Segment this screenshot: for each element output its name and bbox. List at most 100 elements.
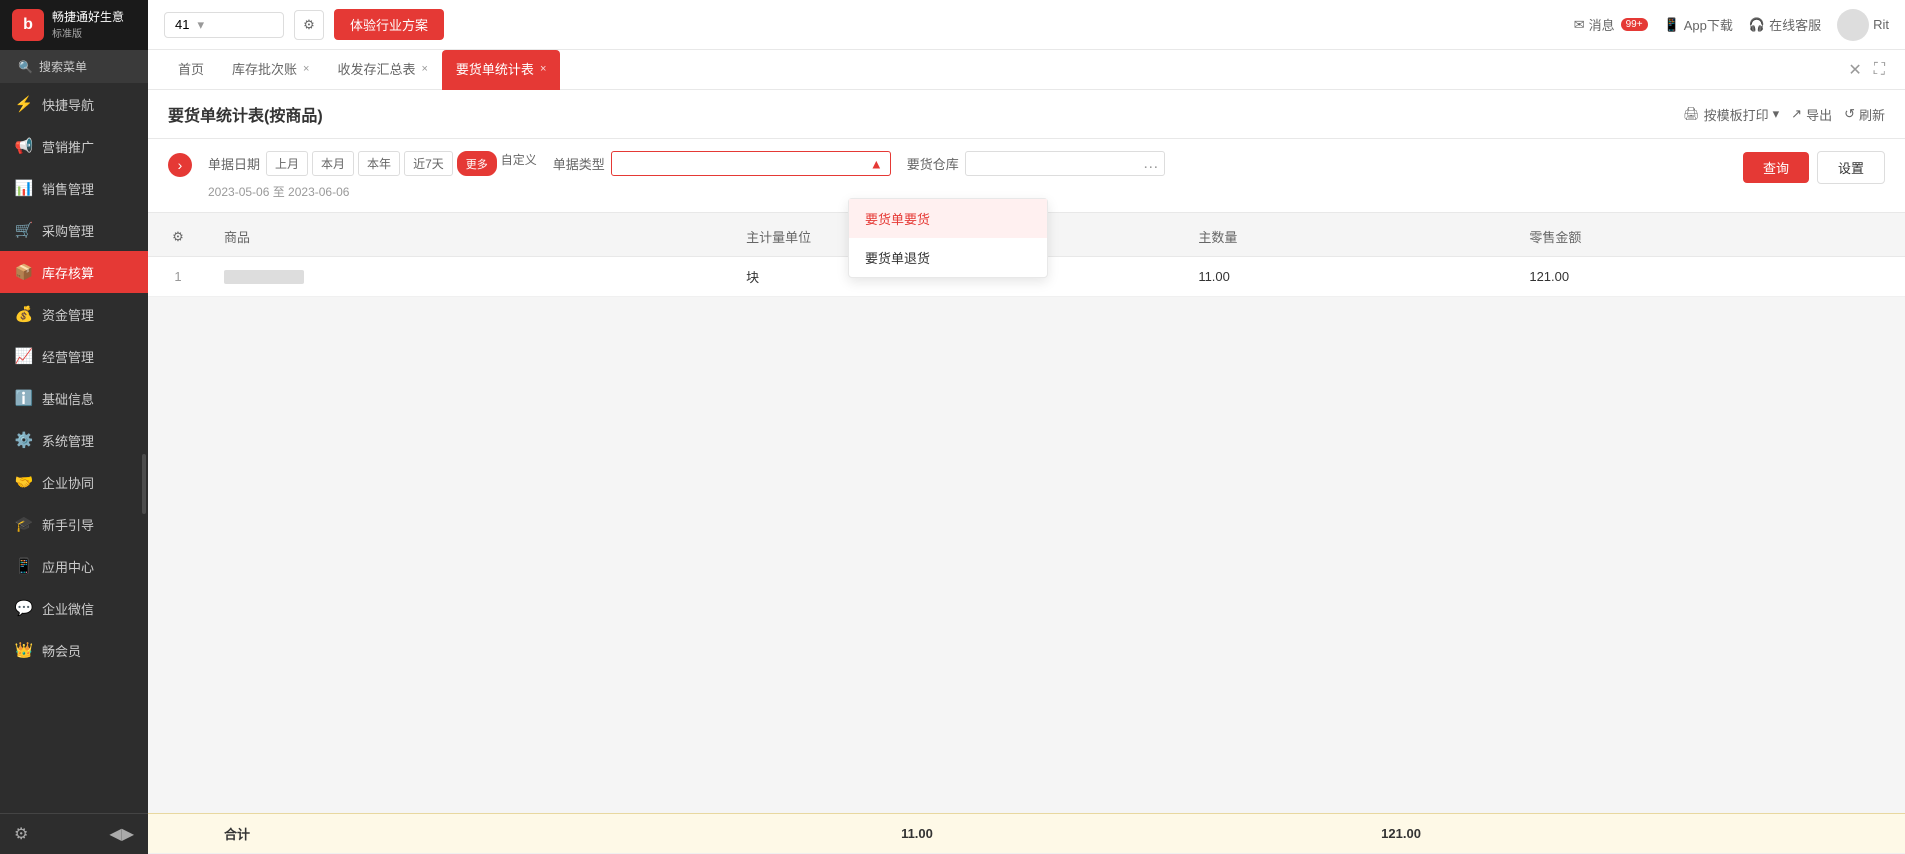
type-dropdown-menu: 要货单要货 要货单退货	[848, 198, 1048, 278]
filter-last-month-btn[interactable]: 上月	[266, 151, 308, 176]
settings-icon[interactable]: ⚙	[14, 824, 28, 844]
tabs-bar: 首页 库存批次账 × 收发存汇总表 × 要货单统计表 × ✕ ⛶	[148, 50, 1905, 90]
online-service-button[interactable]: 🎧 在线客服	[1749, 15, 1821, 34]
sidebar-label-14: 畅会员	[42, 641, 81, 660]
sidebar-item-11[interactable]: 🎓新手引导	[0, 503, 148, 545]
collapse-icon[interactable]: ◀▶	[109, 824, 134, 844]
sidebar-label-12: 应用中心	[42, 557, 94, 576]
filter-type-input[interactable]	[611, 151, 891, 176]
sidebar-item-12[interactable]: 📱应用中心	[0, 545, 148, 587]
tab-inventory-batch-close[interactable]: ×	[303, 63, 309, 75]
service-icon: 🎧	[1749, 17, 1765, 33]
export-button[interactable]: ↗ 导出	[1791, 105, 1832, 124]
topbar-left: 41 ▾ ⚙ 体验行业方案	[164, 9, 444, 40]
sidebar-item-13[interactable]: 💬 企业微信	[0, 587, 148, 629]
dropdown-item-order-return[interactable]: 要货单退货	[849, 238, 1047, 277]
tab-home-label: 首页	[178, 59, 204, 78]
sidebar-search-label: 搜索菜单	[39, 58, 87, 75]
messages-label: 消息	[1589, 15, 1615, 34]
sidebar-label-7: 经营管理	[42, 347, 94, 366]
tab-receive-summary[interactable]: 收发存汇总表 ×	[323, 50, 441, 90]
content-area: 要货单统计表(按商品) 🖨 按模板打印 ▾ ↗ 导出 ↺ 刷新 ›	[148, 90, 1905, 854]
messages-badge: 99+	[1621, 18, 1648, 31]
sidebar-item-8[interactable]: ℹ️ 基础信息	[0, 377, 148, 419]
filter-warehouse-more[interactable]: …	[1143, 155, 1159, 173]
col-gear[interactable]: ⚙	[148, 217, 208, 257]
sidebar-item-1[interactable]: ⚡快捷导航	[0, 83, 148, 125]
avatar	[1837, 9, 1869, 41]
filter-this-year-btn[interactable]: 本年	[358, 151, 400, 176]
sidebar-item-14[interactable]: 👑 畅会员	[0, 629, 148, 671]
sidebar-item-9[interactable]: ⚙️ 系统管理	[0, 419, 148, 461]
app-logo-icon: b	[12, 9, 44, 41]
filter-custom-btn[interactable]: 自定义	[501, 151, 537, 176]
tab-expand-button[interactable]: ⛶	[1870, 61, 1889, 79]
print-button[interactable]: 🖨 按模板打印 ▾	[1683, 105, 1779, 124]
topbar-gear-button[interactable]: ⚙	[294, 10, 324, 40]
sidebar-label-10: 企业协同	[42, 473, 94, 492]
sidebar-nav: ⚡快捷导航📢营销推广 📊 销售管理 🛒采购管理 📦 库存核算 💰资金管理 📈 经营管理 ℹ️ 基础信…	[0, 83, 148, 813]
sidebar-item-3[interactable]: 📊 销售管理	[0, 167, 148, 209]
row-product	[208, 257, 730, 297]
sidebar-icon-13: 💬	[14, 598, 34, 618]
page-title: 要货单统计表(按商品)	[168, 102, 323, 126]
footer-unit	[644, 814, 885, 854]
filter-type-group: 单据类型 ▲	[553, 151, 891, 176]
store-dropdown-arrow: ▾	[197, 17, 204, 33]
sidebar-item-4[interactable]: 🛒采购管理	[0, 209, 148, 251]
sidebar-item-7[interactable]: 📈 经营管理	[0, 335, 148, 377]
print-icon: 🖨	[1683, 106, 1700, 122]
sidebar-label-9: 系统管理	[42, 431, 94, 450]
sidebar-item-2[interactable]: 📢营销推广	[0, 125, 148, 167]
app-sub: 标准版	[52, 25, 124, 40]
user-name: Rit	[1873, 17, 1889, 32]
sidebar-icon-14: 👑	[14, 640, 34, 660]
sidebar-label-3: 销售管理	[42, 179, 94, 198]
user-avatar-button[interactable]: Rit	[1837, 9, 1889, 41]
filter-last7-btn[interactable]: 近7天	[404, 151, 453, 176]
sidebar-label-1: 快捷导航	[42, 95, 94, 114]
sidebar-icon-7: 📈	[14, 346, 34, 366]
messages-button[interactable]: ✉ 消息 99+	[1574, 15, 1648, 34]
store-selector[interactable]: 41 ▾	[164, 12, 284, 38]
promo-button[interactable]: 体验行业方案	[334, 9, 444, 40]
sidebar-item-10[interactable]: 🤝企业协同	[0, 461, 148, 503]
tab-home[interactable]: 首页	[164, 50, 218, 90]
sidebar-item-5[interactable]: 📦 库存核算	[0, 251, 148, 293]
sidebar-label-13: 企业微信	[42, 599, 94, 618]
col-amount: 零售金额	[1513, 217, 1905, 257]
sidebar-item-6[interactable]: 💰资金管理	[0, 293, 148, 335]
refresh-button[interactable]: ↺ 刷新	[1844, 105, 1885, 124]
sidebar-label-5: 库存核算	[42, 263, 94, 282]
sidebar-label-8: 基础信息	[42, 389, 94, 408]
filter-warehouse-input[interactable]	[965, 151, 1165, 176]
filter-more-btn[interactable]: 更多	[457, 151, 497, 176]
filter-expand-button[interactable]: ›	[168, 153, 192, 177]
filter-date-buttons: 上月 本月 本年 近7天 更多 自定义	[266, 151, 537, 176]
sidebar-icon-8: ℹ️	[14, 388, 34, 408]
table-footer: 合计 11.00 121.00	[148, 814, 1905, 854]
tab-close-all-button[interactable]: ✕	[1840, 60, 1869, 80]
row-no: 1	[148, 257, 208, 297]
sidebar-footer: ⚙ ◀▶	[0, 813, 148, 854]
dropdown-item-order-goods[interactable]: 要货单要货	[849, 199, 1047, 238]
settings-button[interactable]: 设置	[1817, 151, 1885, 184]
print-label: 按模板打印	[1704, 105, 1769, 124]
filter-this-month-btn[interactable]: 本月	[312, 151, 354, 176]
tab-order-summary-close[interactable]: ×	[540, 63, 546, 75]
app-download-button[interactable]: 📱 App下载	[1664, 15, 1733, 34]
tab-order-summary[interactable]: 要货单统计表 ×	[442, 50, 560, 90]
app-name: 畅捷通好生意	[52, 10, 124, 26]
tab-inventory-batch[interactable]: 库存批次账 ×	[218, 50, 323, 90]
filter-type-arrow[interactable]: ▲	[870, 156, 883, 171]
sidebar-icon-5: 📦	[14, 262, 34, 282]
sidebar-search-item[interactable]: 🔍 搜索菜单	[0, 50, 148, 83]
sidebar-label-2: 营销推广	[42, 137, 94, 156]
sidebar-icon-9: ⚙️	[14, 430, 34, 450]
tab-receive-summary-close[interactable]: ×	[421, 63, 427, 75]
sidebar-icon-3: 📊	[14, 178, 34, 198]
query-button[interactable]: 查询	[1743, 152, 1809, 183]
sidebar-label-6: 资金管理	[42, 305, 94, 324]
export-icon: ↗	[1791, 106, 1802, 122]
app-download-label: App下载	[1684, 15, 1733, 34]
